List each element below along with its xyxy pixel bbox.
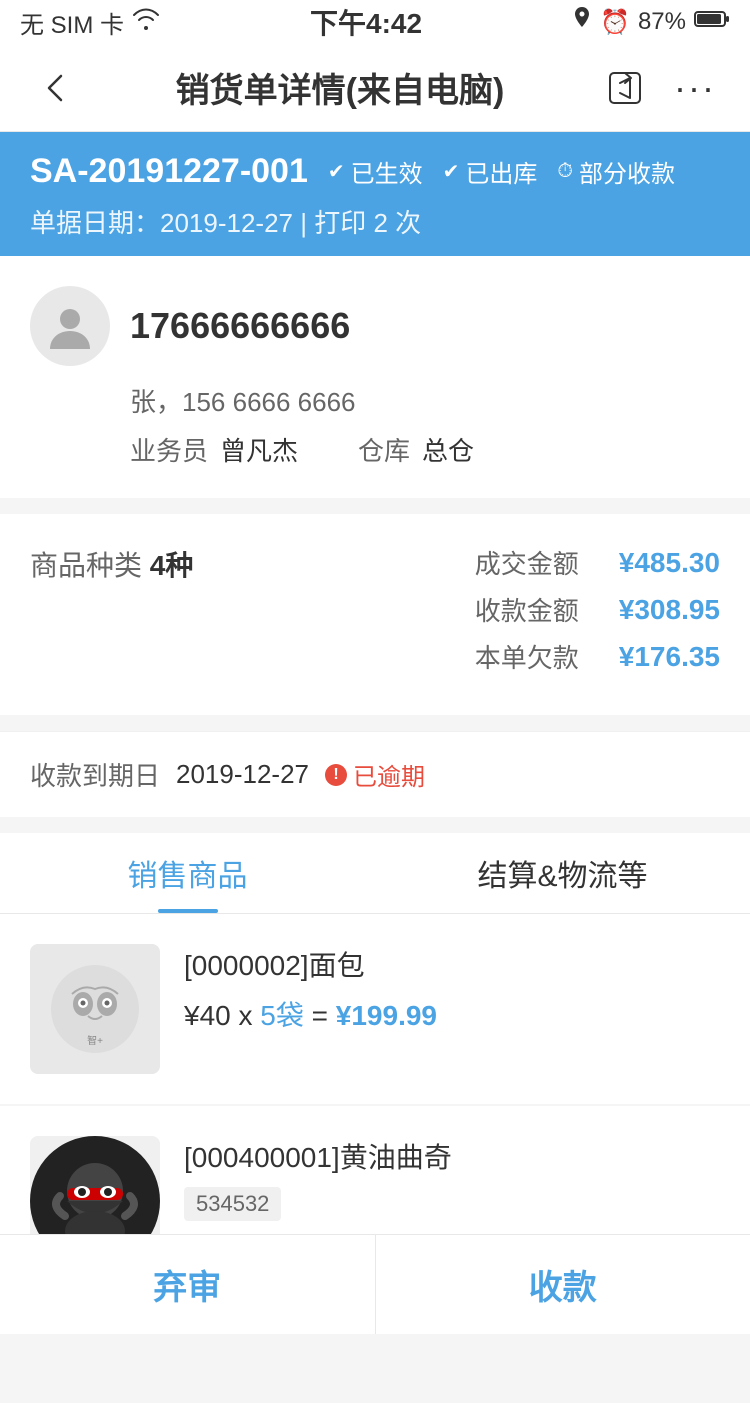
price-total-bread: ¥199.99 (336, 1000, 437, 1031)
product-batch-cookie: 534532 (184, 1187, 281, 1221)
status-left: 无 SIM 卡 (20, 5, 160, 40)
warehouse-item: 仓库 总仓 (358, 431, 474, 468)
svg-text:智+: 智+ (87, 1034, 103, 1047)
price-qty-bread: 5袋 (260, 1000, 304, 1031)
order-id: SA-20191227-001 (30, 152, 308, 191)
collect-payment-button[interactable]: 收款 (376, 1235, 750, 1334)
customer-sub: 张，156 6666 6666 (30, 382, 720, 419)
salesperson-value: 曾凡杰 (220, 431, 298, 468)
clock-icon: ⏱ (557, 160, 573, 183)
warehouse-value: 总仓 (422, 431, 474, 468)
transaction-row: 成交金额 ¥485.30 (475, 544, 720, 581)
location-icon (572, 7, 592, 38)
list-item: 智+ [0000002]面包 ¥40 x 5袋 = ¥199.99 (0, 914, 750, 1104)
cancel-review-button[interactable]: 弃审 (0, 1235, 376, 1334)
status-badge-shipped: ✔ 已出库 (443, 154, 538, 189)
status-badge-partial: ⏱ 部分收款 (557, 154, 675, 189)
receipt-label: 收款金额 (475, 591, 579, 628)
status-bar: 无 SIM 卡 下午4:42 ⏰ 87% (0, 0, 750, 44)
stats-section: 商品种类 4种 成交金额 ¥485.30 收款金额 ¥308.95 本单欠款 ¥… (0, 514, 750, 715)
customer-meta: 业务员 曾凡杰 仓库 总仓 (30, 431, 720, 468)
product-info-bread: [0000002]面包 ¥40 x 5袋 = ¥199.99 (184, 944, 720, 1034)
product-name-bread: [0000002]面包 (184, 944, 720, 984)
transaction-label: 成交金额 (475, 544, 579, 581)
back-button[interactable] (30, 63, 80, 113)
overdue-text: 已逾期 (353, 757, 425, 792)
customer-section: 17666666666 张，156 6666 6666 业务员 曾凡杰 仓库 总… (0, 256, 750, 498)
receipt-row: 收款金额 ¥308.95 (475, 591, 720, 628)
wifi-icon (132, 8, 160, 37)
due-date-value: 2019-12-27 (176, 759, 309, 790)
battery-icon (694, 8, 730, 36)
stats-left: 商品种类 4种 (30, 544, 193, 584)
stats-right: 成交金额 ¥485.30 收款金额 ¥308.95 本单欠款 ¥176.35 (475, 544, 720, 685)
customer-row: 17666666666 (30, 286, 720, 366)
debt-label: 本单欠款 (475, 638, 579, 675)
battery-level: 87% (638, 8, 686, 36)
debt-row: 本单欠款 ¥176.35 (475, 638, 720, 675)
product-thumb-bread: 智+ (30, 944, 160, 1074)
status-badge-effective: ✔ ✔ 已生效 已生效 (328, 154, 423, 189)
nav-bar: 销货单详情(来自电脑) ··· (0, 44, 750, 132)
header-banner: SA-20191227-001 ✔ ✔ 已生效 已生效 ✔ 已出库 ⏱ 部分收款… (0, 132, 750, 256)
sim-status: 无 SIM 卡 (20, 5, 124, 40)
bottom-bar: 弃审 收款 (0, 1234, 750, 1334)
avatar (30, 286, 110, 366)
warehouse-label: 仓库 (358, 431, 410, 468)
due-date-label: 收款到期日 (30, 756, 160, 793)
banner-doc-date: 单据日期：2019-12-27 | 打印 2 次 (30, 203, 720, 240)
overdue-icon: ! (325, 764, 347, 786)
check-icon-2: ✔ (443, 159, 460, 184)
category-label: 商品种类 (30, 550, 142, 581)
tab-sales-products[interactable]: 销售商品 (0, 833, 375, 913)
tab-settlement[interactable]: 结算&物流等 (375, 833, 750, 913)
product-price-bread: ¥40 x 5袋 = ¥199.99 (184, 994, 720, 1034)
status-time: 下午4:42 (310, 2, 422, 42)
product-name-cookie: [000400001]黄油曲奇 (184, 1136, 720, 1176)
share-button[interactable] (600, 63, 650, 113)
more-button[interactable]: ··· (670, 63, 720, 113)
page-title: 销货单详情(来自电脑) (176, 63, 505, 112)
receipt-value: ¥308.95 (619, 594, 720, 626)
due-section: 收款到期日 2019-12-27 ! 已逾期 (0, 731, 750, 817)
banner-row1: SA-20191227-001 ✔ ✔ 已生效 已生效 ✔ 已出库 ⏱ 部分收款 (30, 152, 720, 191)
status-right: ⏰ 87% (572, 7, 730, 38)
tabs-section: 销售商品 结算&物流等 (0, 833, 750, 914)
check-icon-1: ✔ (328, 159, 345, 184)
nav-actions: ··· (600, 63, 720, 113)
salesperson-label: 业务员 (130, 431, 208, 468)
customer-id: 17666666666 (130, 305, 350, 347)
overdue-badge: ! 已逾期 (325, 757, 425, 792)
debt-value: ¥176.35 (619, 641, 720, 673)
transaction-value: ¥485.30 (619, 547, 720, 579)
alarm-icon: ⏰ (600, 8, 630, 37)
category-count: 4种 (150, 550, 194, 581)
salesperson-item: 业务员 曾凡杰 (130, 431, 298, 468)
price-base: ¥40 (184, 1000, 231, 1031)
